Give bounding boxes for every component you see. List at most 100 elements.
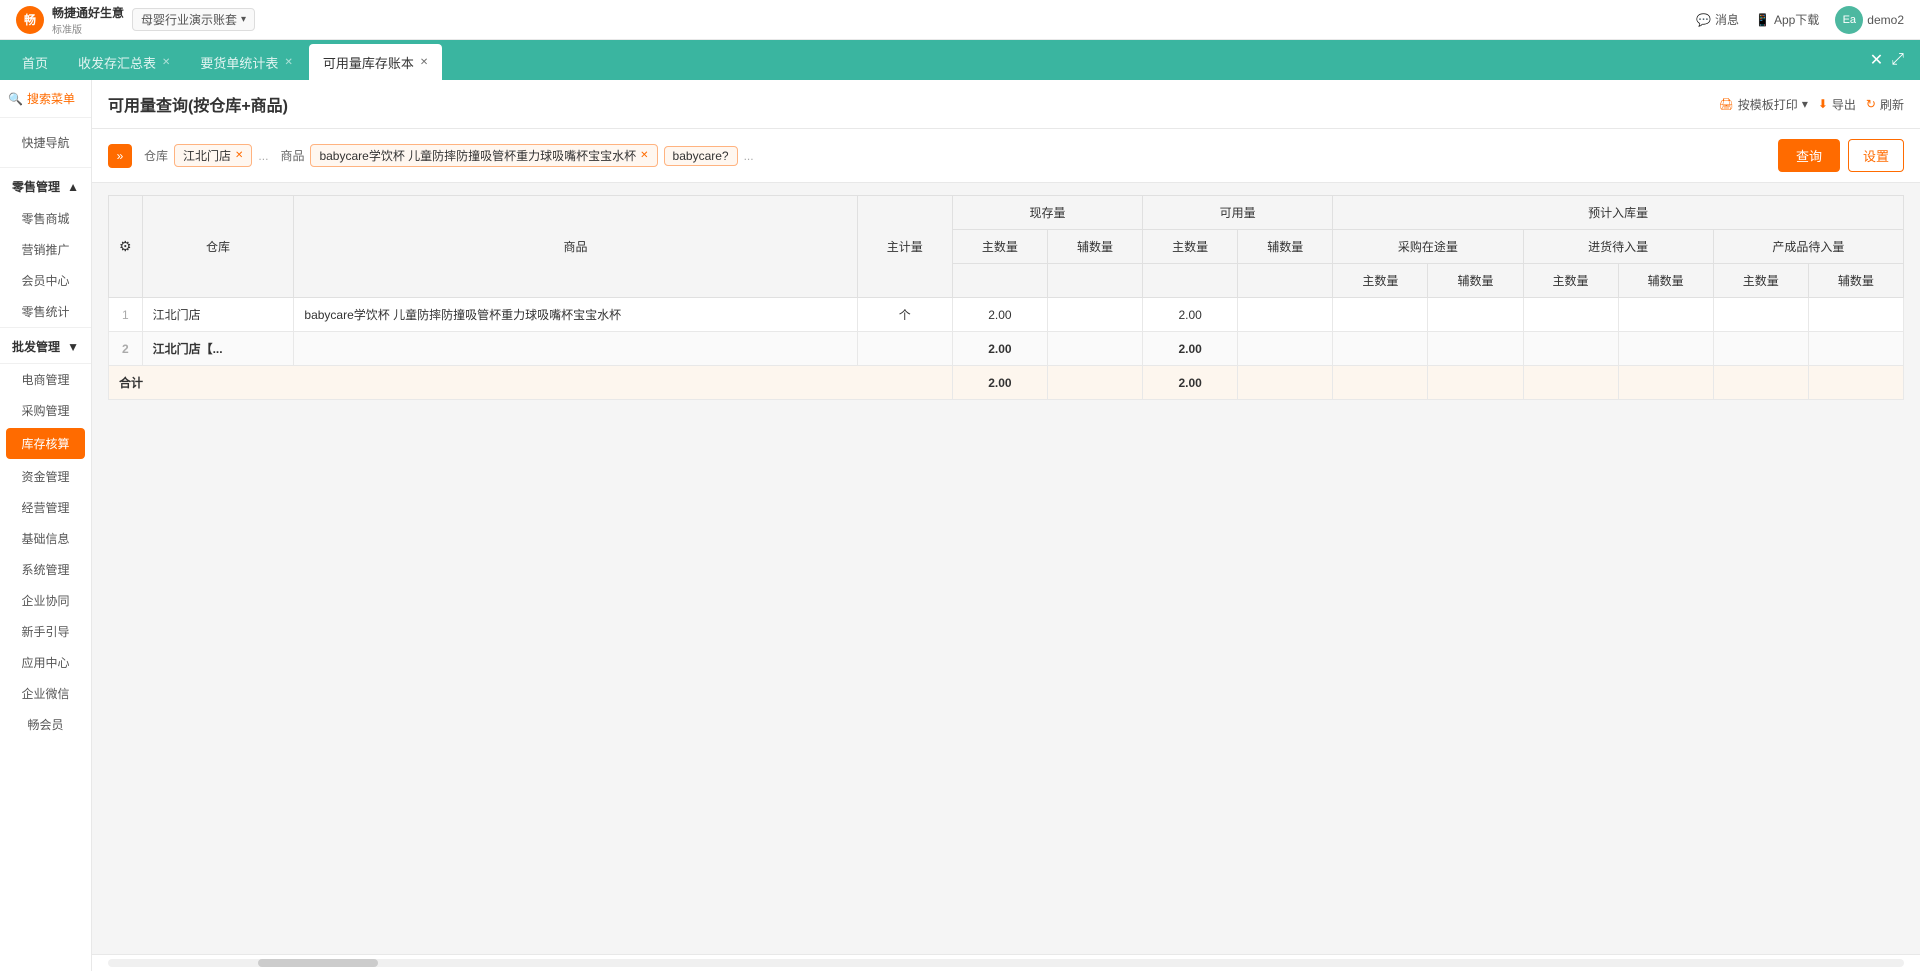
tab-home[interactable]: 首页 bbox=[8, 44, 62, 80]
warehouse-label: 仓库 bbox=[144, 147, 168, 164]
user-profile[interactable]: Ea demo2 bbox=[1835, 6, 1904, 34]
th-prod-main: 主数量 bbox=[1713, 264, 1808, 298]
product-tag1-close[interactable]: ✕ bbox=[640, 150, 648, 161]
row-product-2 bbox=[294, 332, 857, 366]
industry-selector[interactable]: 母婴行业演示账套 ▾ bbox=[132, 8, 255, 31]
product-tag1-text: babycare学饮杯 儿童防摔防撞吸管杯重力球吸嘴杯宝宝水杯 bbox=[319, 147, 636, 164]
table-container: ⚙ 仓库 商品 主计量 现存量 可用量 预计入库量 主数量 辅数量 主数量 辅数… bbox=[92, 183, 1920, 954]
sidebar-item-retail-mall[interactable]: 零售商城 bbox=[0, 203, 91, 234]
warehouse-tag-close[interactable]: ✕ bbox=[235, 150, 243, 161]
sidebar-retail-label: 零售管理 bbox=[12, 178, 60, 195]
sidebar-item-retail-stats[interactable]: 零售统计 bbox=[0, 296, 91, 327]
message-btn[interactable]: 💬 消息 bbox=[1696, 11, 1739, 28]
setting-btn[interactable]: 设置 bbox=[1848, 139, 1904, 172]
warehouse-tag[interactable]: 江北门店 ✕ bbox=[174, 144, 252, 167]
sidebar-quick-nav-label[interactable]: 快捷导航 bbox=[0, 126, 91, 159]
row-num-1: 1 bbox=[109, 298, 143, 332]
app-download-btn[interactable]: 📱 App下载 bbox=[1755, 11, 1819, 28]
row-pt-main-2 bbox=[1333, 332, 1428, 366]
th-main-unit: 主计量 bbox=[857, 196, 952, 298]
chevron-up-icon: ▲ bbox=[67, 180, 79, 194]
export-label: 导出 bbox=[1832, 96, 1856, 113]
sidebar-wholesale-title[interactable]: 批发管理 ▼ bbox=[0, 328, 91, 363]
page-actions: 🖨 按模板打印 ▾ ⬇ 导出 ↻ 刷新 bbox=[1719, 96, 1904, 113]
th-pa-main: 主数量 bbox=[1523, 264, 1618, 298]
sidebar-item-inventory[interactable]: 库存核算 bbox=[6, 428, 85, 459]
close-all-icon[interactable]: ✕ bbox=[1870, 50, 1883, 70]
row-avail-aux-2 bbox=[1238, 332, 1333, 366]
message-icon: 💬 bbox=[1696, 13, 1711, 27]
expand-icon: » bbox=[117, 149, 124, 163]
brand-subtitle: 标准版 bbox=[52, 21, 124, 36]
product-label: 商品 bbox=[280, 147, 304, 164]
tab-receipt-summary-close[interactable]: ✕ bbox=[162, 57, 170, 68]
sidebar-retail-title[interactable]: 零售管理 ▲ bbox=[0, 168, 91, 203]
sidebar-item-member[interactable]: 会员中心 bbox=[0, 265, 91, 296]
sidebar-item-enterprise[interactable]: 企业协同 bbox=[0, 585, 91, 616]
sidebar-section-wholesale: 批发管理 ▼ bbox=[0, 328, 91, 364]
product-tag2[interactable]: babycare? bbox=[664, 146, 738, 166]
expand-btn[interactable]: » bbox=[108, 144, 132, 168]
summary-pt-aux bbox=[1428, 366, 1523, 400]
print-template-btn[interactable]: 🖨 按模板打印 ▾ bbox=[1719, 96, 1808, 113]
sidebar-item-procurement[interactable]: 采购管理 bbox=[0, 395, 91, 426]
product-ellipsis: ... bbox=[744, 149, 754, 163]
tab-available-stock-close[interactable]: ✕ bbox=[420, 57, 428, 68]
search-menu-label: 搜索菜单 bbox=[27, 90, 75, 107]
summary-pt-main bbox=[1333, 366, 1428, 400]
sidebar-item-system[interactable]: 系统管理 bbox=[0, 554, 91, 585]
maximize-icon[interactable]: ⤢ bbox=[1891, 51, 1904, 69]
row-pa-aux-1 bbox=[1618, 298, 1713, 332]
user-name: demo2 bbox=[1867, 13, 1904, 27]
product-tag1[interactable]: babycare学饮杯 儿童防摔防撞吸管杯重力球吸嘴杯宝宝水杯 ✕ bbox=[310, 144, 657, 167]
brand-logo: 畅 bbox=[16, 6, 44, 34]
th-cs-main bbox=[952, 264, 1047, 298]
sidebar-item-app-center[interactable]: 应用中心 bbox=[0, 647, 91, 678]
top-bar-left: 畅 畅捷通好生意 标准版 母婴行业演示账套 ▾ bbox=[16, 4, 255, 36]
query-btn[interactable]: 查询 bbox=[1778, 139, 1840, 172]
row-avail-main-2: 2.00 bbox=[1143, 332, 1238, 366]
scroll-track[interactable] bbox=[108, 959, 1904, 967]
row-avail-aux-1 bbox=[1238, 298, 1333, 332]
summary-label: 合计 bbox=[109, 366, 953, 400]
th-pt-aux: 辅数量 bbox=[1428, 264, 1523, 298]
page-title: 可用量查询(按仓库+商品) bbox=[108, 92, 288, 116]
search-icon: 🔍 bbox=[8, 92, 23, 106]
sidebar-item-basic-info[interactable]: 基础信息 bbox=[0, 523, 91, 554]
tab-available-stock[interactable]: 可用量库存账本 ✕ bbox=[309, 44, 442, 80]
th-prod-aux: 辅数量 bbox=[1808, 264, 1903, 298]
th-available-main-qty: 主数量 bbox=[1143, 230, 1238, 264]
sidebar-item-newbie[interactable]: 新手引导 bbox=[0, 616, 91, 647]
summary-avail-aux bbox=[1238, 366, 1333, 400]
th-settings: ⚙ bbox=[109, 196, 143, 298]
row-curr-main-2: 2.00 bbox=[952, 332, 1047, 366]
row-unit-2 bbox=[857, 332, 952, 366]
table-footer bbox=[92, 954, 1920, 971]
sidebar-item-member2[interactable]: 畅会员 bbox=[0, 709, 91, 740]
avatar-initials: Ea bbox=[1843, 14, 1856, 26]
chevron-down-icon: ▾ bbox=[241, 14, 246, 25]
sidebar-item-marketing[interactable]: 营销推广 bbox=[0, 234, 91, 265]
export-btn[interactable]: ⬇ 导出 bbox=[1818, 96, 1856, 113]
th-available-qty: 可用量 bbox=[1143, 196, 1333, 230]
row-unit-1: 个 bbox=[857, 298, 952, 332]
row-warehouse-1: 江北门店 bbox=[142, 298, 294, 332]
refresh-btn[interactable]: ↻ 刷新 bbox=[1866, 96, 1904, 113]
table-row: 2 江北门店【... 2.00 2.00 bbox=[109, 332, 1904, 366]
th-current-main-qty: 主数量 bbox=[952, 230, 1047, 264]
tab-order-stats[interactable]: 要货单统计表 ✕ bbox=[186, 44, 306, 80]
sidebar-item-finance[interactable]: 资金管理 bbox=[0, 461, 91, 492]
tab-receipt-summary[interactable]: 收发存汇总表 ✕ bbox=[64, 44, 184, 80]
search-menu-btn[interactable]: 🔍 搜索菜单 bbox=[8, 90, 83, 107]
tab-order-stats-close[interactable]: ✕ bbox=[284, 57, 292, 68]
scroll-thumb[interactable] bbox=[258, 959, 378, 967]
sidebar-item-operations[interactable]: 经营管理 bbox=[0, 492, 91, 523]
sidebar-item-wechat[interactable]: 企业微信 bbox=[0, 678, 91, 709]
row-curr-main-1: 2.00 bbox=[952, 298, 1047, 332]
gear-icon[interactable]: ⚙ bbox=[119, 238, 132, 254]
print-label: 按模板打印 bbox=[1738, 96, 1798, 113]
product-tag2-text: babycare? bbox=[673, 149, 729, 163]
sidebar-item-ecommerce[interactable]: 电商管理 bbox=[0, 364, 91, 395]
main-layout: 🔍 搜索菜单 快捷导航 零售管理 ▲ 零售商城 营销推广 会员中心 零售统计 批… bbox=[0, 80, 1920, 971]
refresh-label: 刷新 bbox=[1880, 96, 1904, 113]
